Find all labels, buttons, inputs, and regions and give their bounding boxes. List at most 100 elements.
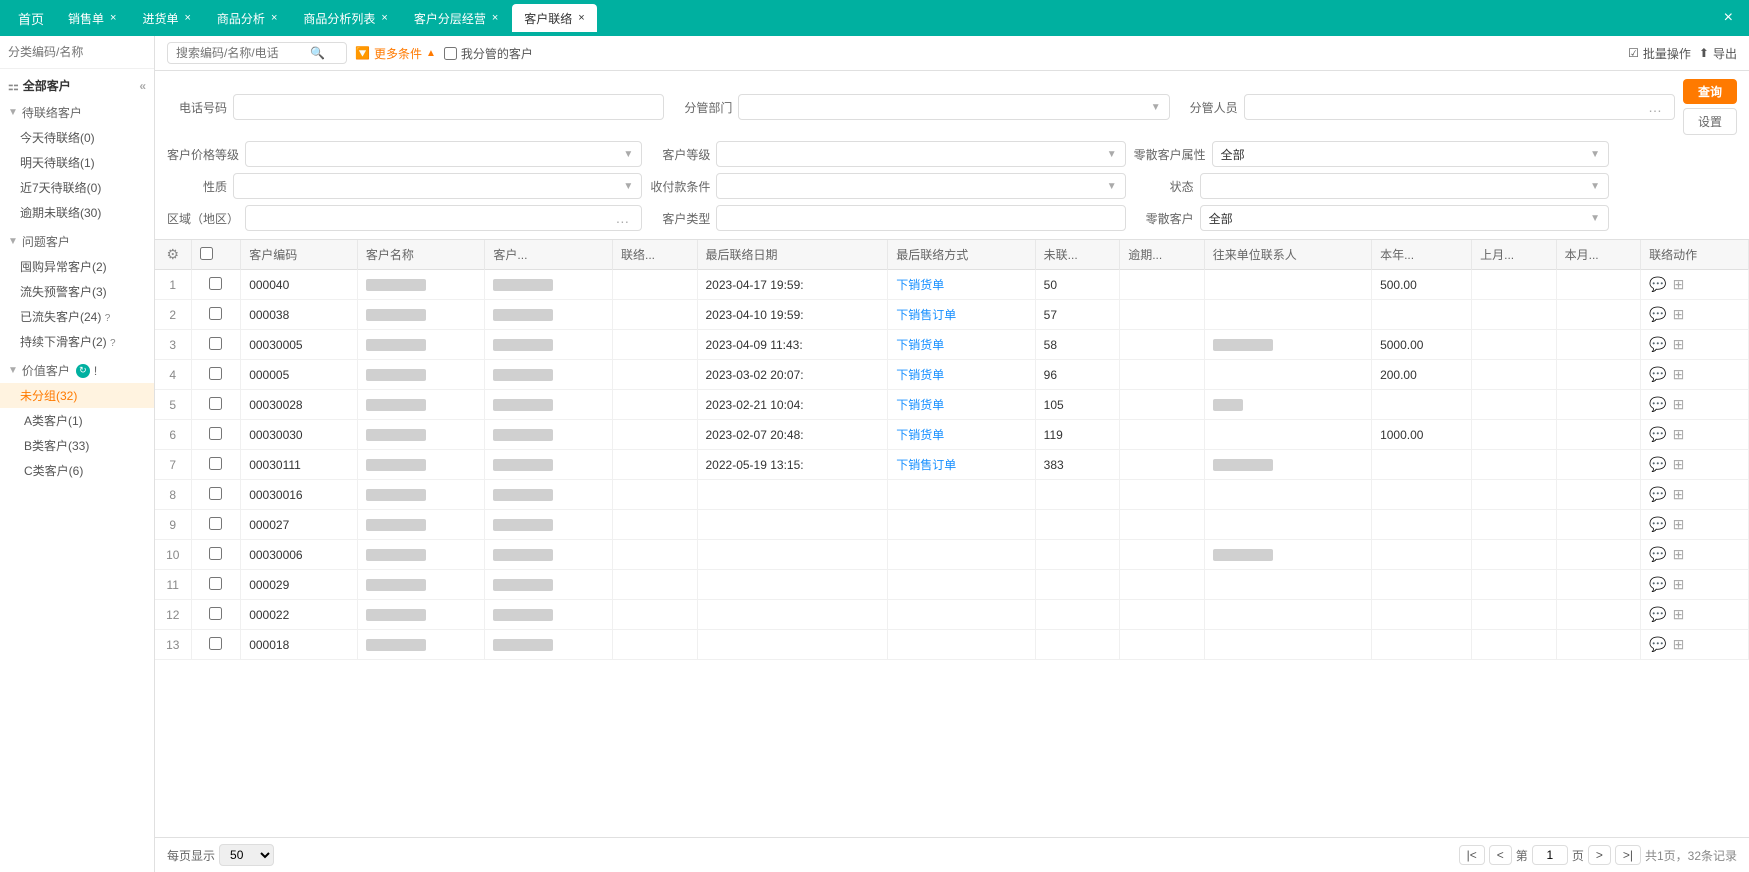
last-method-link[interactable]: 下销售订单	[896, 308, 956, 322]
sidebar-item-unclassified[interactable]: 未分组(32)	[0, 383, 154, 408]
nav-home[interactable]: 首页	[8, 9, 54, 28]
chat-icon[interactable]: 💬	[1649, 456, 1666, 473]
retail-attr-select[interactable]: 全部 ▼	[1212, 141, 1609, 167]
row-checkbox[interactable]	[191, 300, 241, 330]
row-checkbox[interactable]	[191, 450, 241, 480]
sidebar-value-title[interactable]: ▼ 价值客户 ↻ !	[0, 358, 154, 383]
grid-action-icon[interactable]: ⊞	[1673, 366, 1685, 383]
price-level-select[interactable]: ▼	[245, 141, 642, 167]
grid-action-icon[interactable]: ⊞	[1673, 336, 1685, 353]
nav-tab-sales-close[interactable]: ×	[110, 12, 116, 24]
grid-action-icon[interactable]: ⊞	[1673, 606, 1685, 623]
row-checkbox[interactable]	[191, 570, 241, 600]
nav-tab-analysis-list[interactable]: 商品分析列表 ×	[291, 4, 399, 32]
dept-select[interactable]: ▼	[738, 94, 1169, 120]
chat-icon[interactable]: 💬	[1649, 606, 1666, 623]
search-input[interactable]	[176, 46, 306, 60]
my-customer-check[interactable]: 我分管的客户	[444, 45, 533, 62]
nature-select[interactable]: ▼	[233, 173, 642, 199]
chat-icon[interactable]: 💬	[1649, 306, 1666, 323]
bulk-op-btn[interactable]: ☑ 批量操作	[1628, 45, 1691, 62]
sidebar-collapse-btn[interactable]: «	[139, 79, 146, 93]
reset-btn[interactable]: 设置	[1683, 108, 1737, 135]
page-next-btn[interactable]: >	[1588, 845, 1611, 865]
row-checkbox[interactable]	[191, 360, 241, 390]
th-settings[interactable]: ⚙	[155, 240, 191, 270]
grid-action-icon[interactable]: ⊞	[1673, 456, 1685, 473]
row-checkbox[interactable]	[191, 480, 241, 510]
grid-action-icon[interactable]: ⊞	[1673, 516, 1685, 533]
phone-input[interactable]	[233, 94, 664, 120]
sidebar-item-class-b[interactable]: B类客户(33)	[0, 433, 154, 458]
nav-tab-customer-tier-close[interactable]: ×	[492, 12, 498, 24]
sidebar-item-lost[interactable]: 已流失客户(24) ?	[0, 304, 154, 329]
grid-action-icon[interactable]: ⊞	[1673, 486, 1685, 503]
nav-tab-customer-tier[interactable]: 客户分层经营 ×	[402, 4, 510, 32]
manager-ellipsis[interactable]: …	[1644, 99, 1666, 115]
sidebar-item-warning[interactable]: 流失预警客户(3)	[0, 279, 154, 304]
sidebar-item-class-a[interactable]: A类客户(1)	[0, 408, 154, 433]
grid-action-icon[interactable]: ⊞	[1673, 576, 1685, 593]
page-first-btn[interactable]: |<	[1459, 845, 1485, 865]
row-checkbox[interactable]	[191, 510, 241, 540]
payment-select[interactable]: ▼	[716, 173, 1125, 199]
sidebar-item-today[interactable]: 今天待联络(0)	[0, 125, 154, 150]
customer-type-select[interactable]	[716, 205, 1125, 231]
th-checkbox[interactable]	[191, 240, 241, 270]
chat-icon[interactable]: 💬	[1649, 366, 1666, 383]
sidebar-item-7days[interactable]: 近7天待联络(0)	[0, 175, 154, 200]
page-last-btn[interactable]: >|	[1615, 845, 1641, 865]
row-checkbox[interactable]	[191, 390, 241, 420]
row-checkbox[interactable]	[191, 600, 241, 630]
sidebar-pending-title[interactable]: ▼ 待联络客户	[0, 100, 154, 125]
sidebar-item-abnormal[interactable]: 囤购异常客户(2)	[0, 254, 154, 279]
row-checkbox[interactable]	[191, 630, 241, 660]
last-method-link[interactable]: 下销货单	[896, 278, 944, 292]
chat-icon[interactable]: 💬	[1649, 426, 1666, 443]
grid-action-icon[interactable]: ⊞	[1673, 546, 1685, 563]
nav-tab-analysis[interactable]: 商品分析 ×	[205, 4, 289, 32]
last-method-link[interactable]: 下销售订单	[896, 458, 956, 472]
nav-tab-customer-contact[interactable]: 客户联络 ×	[512, 4, 596, 32]
row-checkbox[interactable]	[191, 330, 241, 360]
grid-action-icon[interactable]: ⊞	[1673, 276, 1685, 293]
sidebar-item-declining[interactable]: 持续下滑客户(2) ?	[0, 329, 154, 354]
toolbar-search-icon[interactable]: 🔍	[310, 46, 325, 60]
grid-action-icon[interactable]: ⊞	[1673, 306, 1685, 323]
chat-icon[interactable]: 💬	[1649, 546, 1666, 563]
page-prev-btn[interactable]: <	[1489, 845, 1512, 865]
my-customer-checkbox[interactable]	[444, 47, 457, 60]
query-btn[interactable]: 查询	[1683, 79, 1737, 104]
grid-action-icon[interactable]: ⊞	[1673, 396, 1685, 413]
grid-action-icon[interactable]: ⊞	[1673, 426, 1685, 443]
chat-icon[interactable]: 💬	[1649, 516, 1666, 533]
retail-customer-select[interactable]: 全部 ▼	[1200, 205, 1609, 231]
sidebar-item-tomorrow[interactable]: 明天待联络(1)	[0, 150, 154, 175]
refresh-badge[interactable]: ↻	[76, 364, 90, 378]
more-conditions-btn[interactable]: 🔽 更多条件 ▲	[355, 45, 436, 62]
nav-tab-sales[interactable]: 销售单 ×	[56, 4, 128, 32]
sidebar-search-input[interactable]	[8, 45, 155, 59]
nav-tab-purchase[interactable]: 进货单 ×	[130, 4, 202, 32]
settings-icon[interactable]: ⚙	[166, 246, 179, 262]
manager-select[interactable]: …	[1244, 94, 1675, 120]
region-select[interactable]: …	[245, 205, 642, 231]
nav-tab-customer-contact-close[interactable]: ×	[578, 12, 584, 24]
chat-icon[interactable]: 💬	[1649, 486, 1666, 503]
last-method-link[interactable]: 下销货单	[896, 428, 944, 442]
sidebar-search-box[interactable]: 🔍	[0, 36, 154, 69]
last-method-link[interactable]: 下销货单	[896, 398, 944, 412]
sidebar-all-customers-header[interactable]: ⚏ 全部客户 «	[0, 69, 154, 98]
chat-icon[interactable]: 💬	[1649, 636, 1666, 653]
grid-action-icon[interactable]: ⊞	[1673, 636, 1685, 653]
customer-level-select[interactable]: ▼	[716, 141, 1125, 167]
per-page-select[interactable]: 50 20 100	[219, 844, 274, 866]
select-all-checkbox[interactable]	[200, 247, 213, 260]
row-checkbox[interactable]	[191, 540, 241, 570]
sidebar-item-overdue[interactable]: 逾期未联络(30)	[0, 200, 154, 225]
export-btn[interactable]: ⬆ 导出	[1699, 45, 1737, 62]
nav-tab-analysis-list-close[interactable]: ×	[381, 12, 387, 24]
sidebar-problem-title[interactable]: ▼ 问题客户	[0, 229, 154, 254]
chat-icon[interactable]: 💬	[1649, 576, 1666, 593]
last-method-link[interactable]: 下销货单	[896, 338, 944, 352]
